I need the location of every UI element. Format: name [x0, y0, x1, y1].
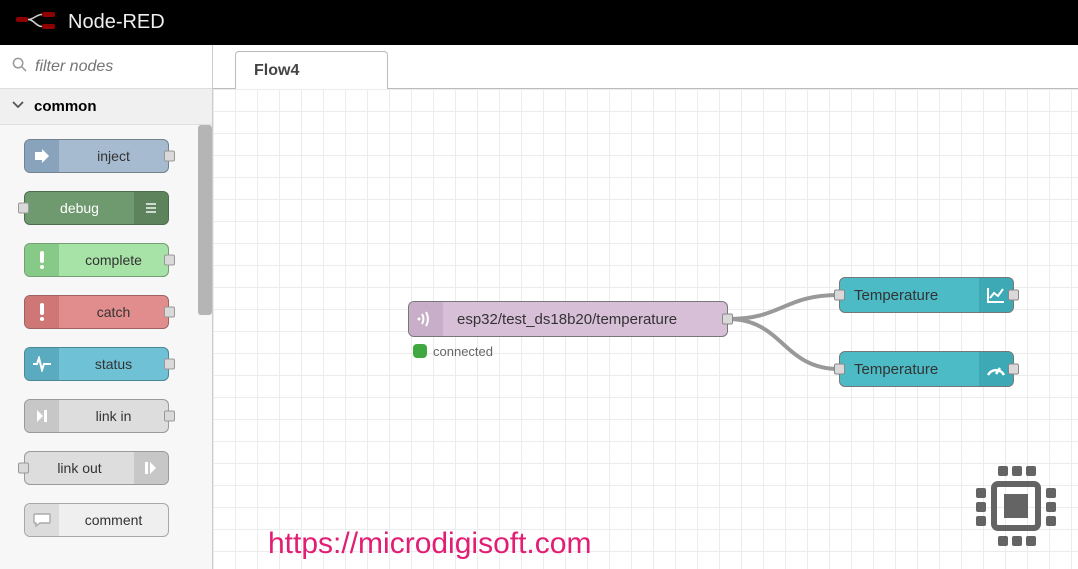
flow-node-label: esp32/test_ds18b20/temperature	[443, 311, 691, 328]
flow-node-gauge[interactable]: Temperature	[839, 351, 1014, 387]
node-port-out	[164, 255, 175, 266]
palette-node-inject[interactable]: inject	[24, 139, 169, 173]
flow-node-label: Temperature	[840, 287, 979, 304]
inject-icon	[25, 140, 59, 172]
palette-node-link-in[interactable]: link in	[24, 399, 169, 433]
node-port-in	[834, 290, 845, 301]
palette-node-label: comment	[59, 512, 168, 528]
workspace: Flow4 esp32/test_ds18b20/temperature con…	[213, 45, 1078, 569]
node-port-out	[164, 151, 175, 162]
tab-label: Flow4	[254, 62, 299, 80]
alert-icon	[25, 296, 59, 328]
palette-node-debug[interactable]: debug	[24, 191, 169, 225]
palette-list: inject debug complete	[0, 125, 212, 569]
palette-node-label: status	[59, 356, 168, 372]
app-title: Node-RED	[68, 11, 165, 34]
palette-sidebar: common inject debug	[0, 45, 213, 569]
flow-node-label: Temperature	[840, 361, 979, 378]
palette-node-label: debug	[25, 200, 134, 216]
palette-node-status[interactable]: status	[24, 347, 169, 381]
node-port-in	[18, 203, 29, 214]
node-port-out	[164, 307, 175, 318]
palette-filter[interactable]	[0, 45, 212, 89]
app-header: Node-RED	[0, 0, 1078, 45]
activity-icon	[25, 348, 59, 380]
watermark-url: https://microdigisoft.com	[268, 527, 591, 561]
nodered-logo-icon	[16, 12, 58, 34]
palette-category-common[interactable]: common	[0, 89, 212, 125]
palette-node-catch[interactable]: catch	[24, 295, 169, 329]
flow-canvas[interactable]: esp32/test_ds18b20/temperature connected…	[213, 89, 1078, 569]
comment-icon	[25, 504, 59, 536]
node-port-out	[722, 314, 733, 325]
alert-icon	[25, 244, 59, 276]
flow-node-mqtt-in[interactable]: esp32/test_ds18b20/temperature connected	[408, 301, 728, 337]
palette-node-label: complete	[59, 252, 168, 268]
node-port-in	[834, 364, 845, 375]
palette-node-label: inject	[59, 148, 168, 164]
watermark-chip-icon	[966, 456, 1066, 561]
palette-node-link-out[interactable]: link out	[24, 451, 169, 485]
node-port-out	[1008, 290, 1019, 301]
palette-node-complete[interactable]: complete	[24, 243, 169, 277]
palette-node-label: catch	[59, 304, 168, 320]
status-dot-icon	[413, 344, 427, 358]
status-text: connected	[433, 344, 493, 359]
flow-node-chart[interactable]: Temperature	[839, 277, 1014, 313]
palette-node-label: link in	[59, 408, 168, 424]
search-icon	[12, 57, 27, 77]
node-port-in	[18, 463, 29, 474]
category-label: common	[34, 98, 97, 115]
tab-flow4[interactable]: Flow4	[235, 51, 388, 89]
chevron-down-icon	[12, 98, 24, 115]
link-in-icon	[25, 400, 59, 432]
debug-icon	[134, 192, 168, 224]
mqtt-icon	[409, 302, 443, 336]
flow-tabs: Flow4	[213, 45, 1078, 89]
link-out-icon	[134, 452, 168, 484]
palette-node-comment[interactable]: comment	[24, 503, 169, 537]
filter-input[interactable]	[35, 58, 200, 76]
main-area: common inject debug	[0, 45, 1078, 569]
node-port-out	[164, 411, 175, 422]
node-port-out	[1008, 364, 1019, 375]
node-port-out	[164, 359, 175, 370]
palette-node-label: link out	[25, 460, 134, 476]
